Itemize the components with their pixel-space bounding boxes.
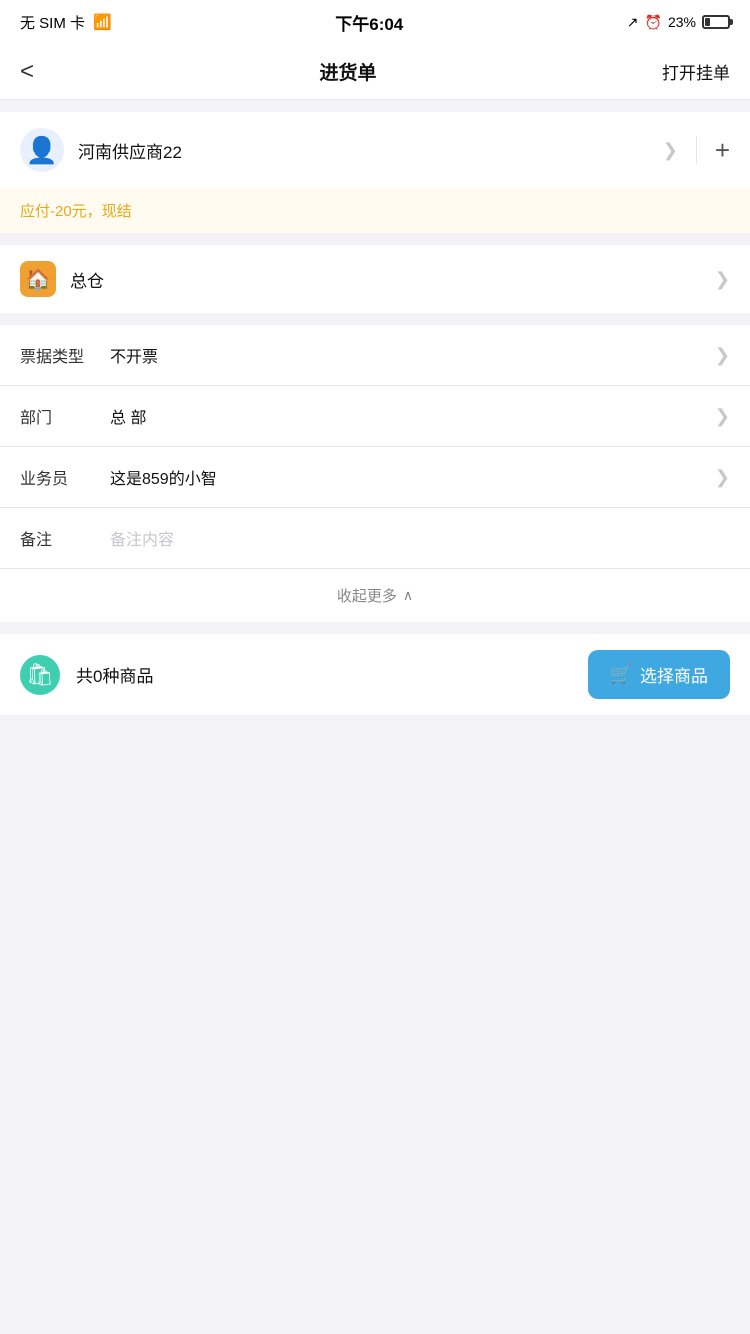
remark-label: 备注 [20, 526, 110, 550]
salesperson-label: 业务员 [20, 465, 110, 489]
collapse-text: 收起更多 [337, 585, 397, 606]
warehouse-row[interactable]: 🏠 总仓 ❯ [0, 245, 750, 313]
status-left: 无 SIM 卡 📶 [20, 12, 112, 33]
department-value: 总 部 [110, 404, 715, 428]
select-product-button[interactable]: 🛒 选择商品 [588, 650, 730, 699]
cart-icon: 🛒 [610, 664, 632, 685]
remark-row[interactable]: 备注 备注内容 [0, 508, 750, 568]
nav-bar: < 进货单 打开挂单 [0, 44, 750, 100]
status-right: ↗ ⏰ 23% [627, 14, 730, 31]
warehouse-name: 总仓 [70, 267, 701, 292]
invoice-type-chevron: ❯ [715, 345, 730, 366]
status-time: 下午6:04 [335, 10, 403, 35]
page-background [0, 715, 750, 1015]
battery-fill [705, 18, 710, 26]
battery-percent: 23% [668, 14, 696, 30]
notice-text: 应付-20元，现结 [20, 203, 132, 220]
carrier-label: 无 SIM 卡 [20, 12, 85, 33]
bottom-bar: 🛍 共0种商品 🛒 选择商品 [0, 634, 750, 715]
form-section: 票据类型 不开票 ❯ 部门 总 部 ❯ 业务员 这是859的小智 ❯ 备注 备注… [0, 325, 750, 622]
supplier-actions: ❯ + [663, 136, 730, 164]
salesperson-chevron: ❯ [715, 467, 730, 488]
warehouse-icon-wrap: 🏠 [20, 261, 56, 297]
collapse-button[interactable]: 收起更多 ∧ [0, 568, 750, 622]
department-chevron: ❯ [715, 406, 730, 427]
remark-placeholder: 备注内容 [110, 526, 730, 550]
top-divider [0, 100, 750, 112]
open-pending-button[interactable]: 打开挂单 [662, 59, 730, 84]
battery-icon [702, 15, 730, 29]
supplier-name: 河南供应商22 [78, 138, 649, 163]
vertical-divider [696, 136, 697, 164]
supplier-row[interactable]: 👤 河南供应商22 ❯ + [0, 112, 750, 188]
product-count-text: 共0种商品 [76, 662, 572, 687]
collapse-chevron-icon: ∧ [403, 587, 413, 604]
department-row[interactable]: 部门 总 部 ❯ [0, 386, 750, 446]
divider-2 [0, 313, 750, 325]
salesperson-value: 这是859的小智 [110, 465, 715, 489]
product-icon-wrap: 🛍 [20, 655, 60, 695]
warehouse-chevron-icon: ❯ [715, 269, 730, 290]
department-label: 部门 [20, 404, 110, 428]
select-product-label: 选择商品 [640, 662, 708, 687]
warehouse-section: 🏠 总仓 ❯ [0, 245, 750, 313]
invoice-type-label: 票据类型 [20, 343, 110, 367]
supplier-section: 👤 河南供应商22 ❯ + 应付-20元，现结 [0, 112, 750, 233]
salesperson-row[interactable]: 业务员 这是859的小智 ❯ [0, 447, 750, 507]
divider-1 [0, 233, 750, 245]
warehouse-icon: 🏠 [26, 267, 51, 292]
page-title: 进货单 [320, 58, 377, 85]
supplier-avatar: 👤 [20, 128, 64, 172]
person-icon: 👤 [26, 135, 58, 166]
notice-banner: 应付-20元，现结 [0, 188, 750, 233]
add-supplier-button[interactable]: + [715, 137, 730, 163]
back-button[interactable]: < [20, 60, 34, 84]
status-bar: 无 SIM 卡 📶 下午6:04 ↗ ⏰ 23% [0, 0, 750, 44]
supplier-chevron-icon: ❯ [663, 140, 678, 161]
wifi-icon: 📶 [93, 13, 112, 31]
invoice-type-value: 不开票 [110, 343, 715, 367]
alarm-icon: ⏰ [645, 14, 662, 31]
location-icon: ↗ [627, 14, 639, 31]
shopping-bag-icon: 🛍 [26, 662, 54, 688]
invoice-type-row[interactable]: 票据类型 不开票 ❯ [0, 325, 750, 385]
